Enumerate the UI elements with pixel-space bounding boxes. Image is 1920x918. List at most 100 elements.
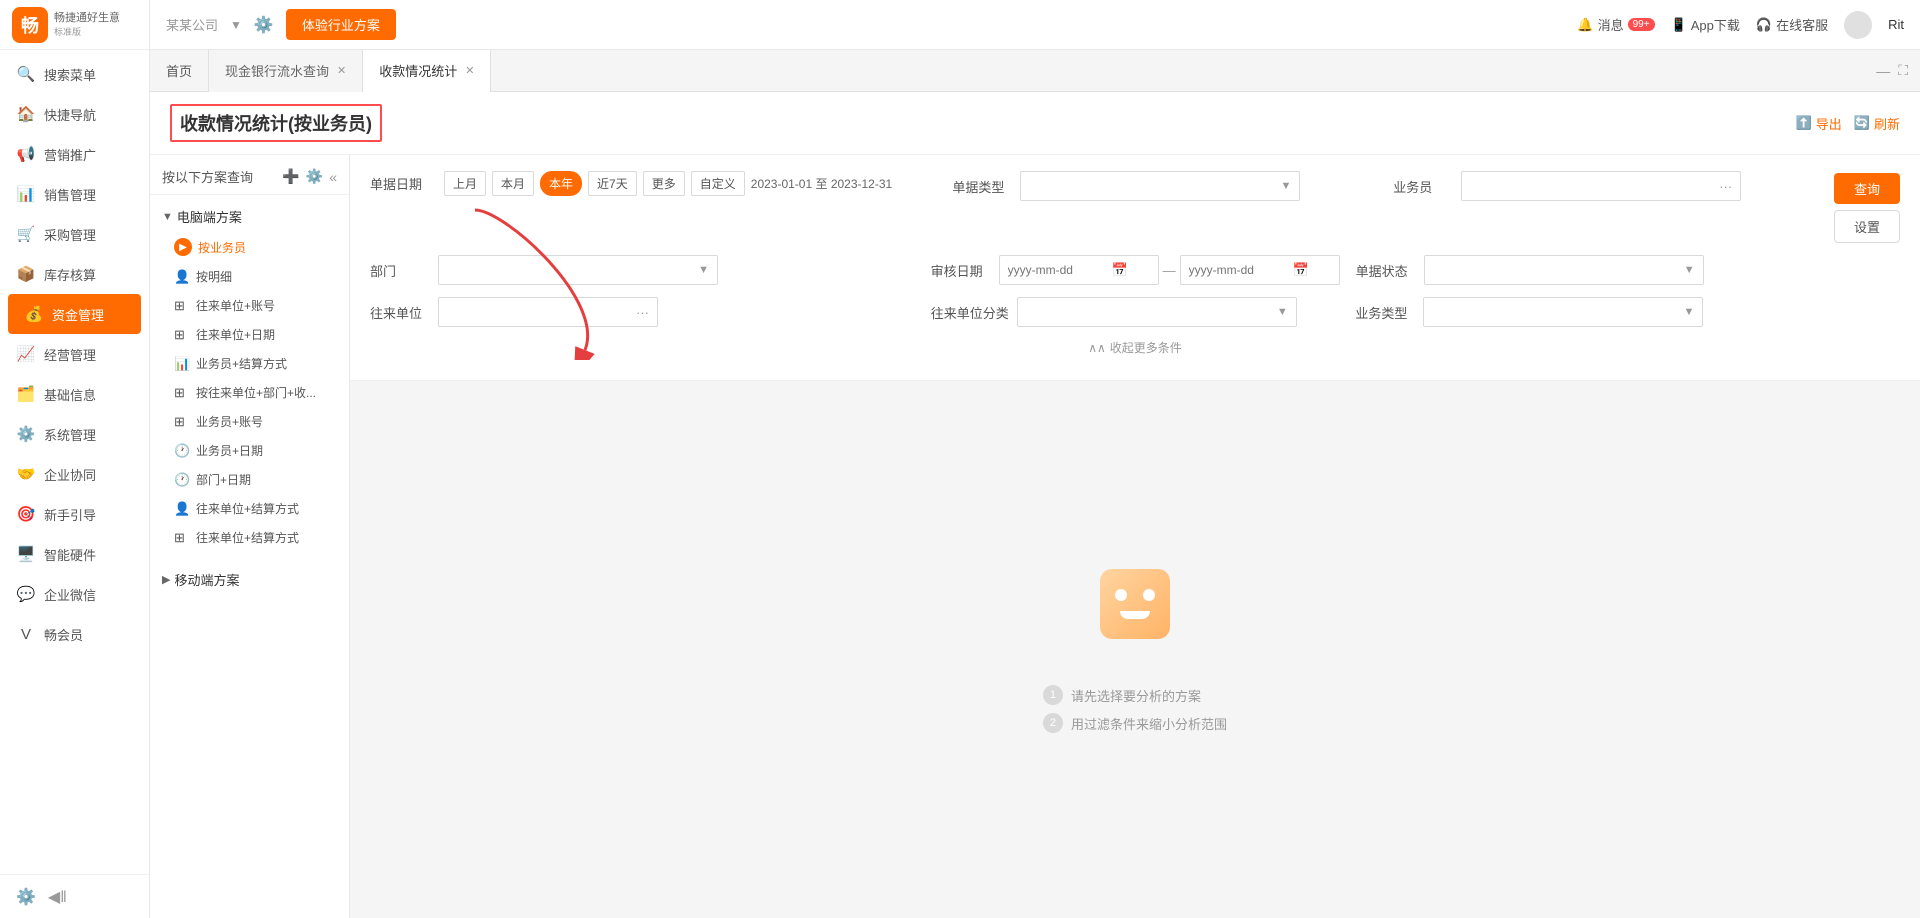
salesperson-select[interactable]: ··· xyxy=(1461,171,1741,201)
finance-icon: 💰 xyxy=(24,304,44,324)
business-type-select[interactable]: ▼ xyxy=(1423,297,1703,327)
sidebar-item-enterprise[interactable]: 🤝 企业协同 xyxy=(0,454,149,494)
panel-item-by-salesperson[interactable]: ▶ 按业务员 xyxy=(150,232,349,262)
calendar-end-icon: 📅 xyxy=(1293,262,1309,278)
settings-button[interactable]: 设置 xyxy=(1834,210,1900,243)
sidebar-item-basic[interactable]: 🗂️ 基础信息 xyxy=(0,374,149,414)
partner-category-select[interactable]: ▼ xyxy=(1017,297,1297,327)
partner-dots[interactable]: ··· xyxy=(636,305,649,320)
panel-mobile-header[interactable]: ▶ 移动端方案 xyxy=(150,564,349,595)
notification-item[interactable]: 🔔 消息 99+ xyxy=(1577,15,1654,34)
settings-bottom-icon[interactable]: ⚙️ xyxy=(16,887,36,907)
person1-icon: 👤 xyxy=(174,501,190,517)
header-gear-icon[interactable]: ⚙️ xyxy=(254,15,274,35)
sidebar-item-basic-label: 基础信息 xyxy=(44,385,96,404)
panel-desktop-header[interactable]: ▼ 电脑端方案 xyxy=(150,201,349,232)
review-date-start-field[interactable] xyxy=(1008,263,1108,277)
dept-date-label: 部门+日期 xyxy=(196,471,251,488)
panel-item-unit-dept-recv[interactable]: ⊞ 按往来单位+部门+收... xyxy=(150,378,349,407)
action-buttons: 查询 设置 xyxy=(1834,171,1900,243)
partner-select[interactable]: ··· xyxy=(438,297,658,327)
export-button[interactable]: ⬆️ 导出 xyxy=(1796,114,1842,133)
sidebar-item-wechat[interactable]: 💬 企业微信 xyxy=(0,574,149,614)
active-indicator: ▶ xyxy=(174,238,192,256)
top-header: 某某公司 ▼ ⚙️ 体验行业方案 🔔 消息 99+ 📱 App下载 🎧 在线客服… xyxy=(150,0,1920,50)
online-service-item[interactable]: 🎧 在线客服 xyxy=(1756,15,1828,34)
date-btn-last-month[interactable]: 上月 xyxy=(444,171,486,196)
review-date-end-input[interactable]: 📅 xyxy=(1180,255,1340,285)
business-type-arrow: ▼ xyxy=(1684,306,1695,318)
review-date-start-input[interactable]: 📅 xyxy=(999,255,1159,285)
tab-minimize-icon[interactable]: — xyxy=(1876,63,1890,79)
step-1-label: 请先选择要分析的方案 xyxy=(1071,686,1201,705)
panel-item-unit-settle2[interactable]: ⊞ 往来单位+结算方式 xyxy=(150,523,349,552)
notification-label: 消息 xyxy=(1598,15,1624,34)
company-breadcrumb: 某某公司 xyxy=(166,15,218,34)
user-name: Rit xyxy=(1888,17,1904,32)
panel-item-dept-date[interactable]: 🕐 部门+日期 xyxy=(150,465,349,494)
panel-item-salesperson-account[interactable]: ⊞ 业务员+账号 xyxy=(150,407,349,436)
sidebar-item-purchase[interactable]: 🛒 采购管理 xyxy=(0,214,149,254)
sidebar-item-member[interactable]: V 畅会员 xyxy=(0,614,149,654)
tab-maximize-icon[interactable]: ⛶ xyxy=(1898,62,1908,79)
query-button[interactable]: 查询 xyxy=(1834,173,1900,204)
operations-icon: 📈 xyxy=(16,344,36,364)
desktop-label: 电脑端方案 xyxy=(177,207,242,226)
date-btn-7days[interactable]: 近7天 xyxy=(588,171,637,196)
app-download-item[interactable]: 📱 App下载 xyxy=(1671,15,1740,34)
basic-icon: 🗂️ xyxy=(16,384,36,404)
panel-item-unit-account[interactable]: ⊞ 往来单位+账号 xyxy=(150,291,349,320)
robot-mouth xyxy=(1120,611,1150,619)
refresh-button[interactable]: 🔄 刷新 xyxy=(1854,114,1900,133)
panel-item-by-detail[interactable]: 👤 按明细 xyxy=(150,262,349,291)
left-panel: 按以下方案查询 ➕ ⚙️ « ▼ 电脑端方案 ▶ 按业务员 xyxy=(150,155,350,918)
sidebar-item-sales[interactable]: 📊 销售管理 xyxy=(0,174,149,214)
mobile-arrow-icon: ▶ xyxy=(162,573,170,586)
voucher-type-select[interactable]: ▼ xyxy=(1020,171,1300,201)
tab-bank[interactable]: 现金银行流水查询 ✕ xyxy=(209,50,363,92)
sidebar-item-hardware[interactable]: 🖥️ 智能硬件 xyxy=(0,534,149,574)
panel-settings-icon[interactable]: ⚙️ xyxy=(306,168,323,185)
sidebar-item-search[interactable]: 🔍 搜索菜单 xyxy=(0,54,149,94)
sidebar-item-inventory[interactable]: 📦 库存核算 xyxy=(0,254,149,294)
date-btn-custom[interactable]: 自定义 xyxy=(691,171,745,196)
panel-add-icon[interactable]: ➕ xyxy=(282,168,299,185)
date-btn-this-month[interactable]: 本月 xyxy=(492,171,534,196)
panel-collapse-icon[interactable]: « xyxy=(329,169,337,185)
tab-bank-close[interactable]: ✕ xyxy=(337,64,346,77)
date-btn-this-year[interactable]: 本年 xyxy=(540,171,582,196)
tab-receipt[interactable]: 收款情况统计 ✕ xyxy=(363,50,491,92)
user-avatar[interactable] xyxy=(1844,11,1872,39)
collapse-filter-button[interactable]: ∧∧ 收起更多条件 xyxy=(370,331,1900,364)
system-icon: ⚙️ xyxy=(16,424,36,444)
panel-item-salesperson-date[interactable]: 🕐 业务员+日期 xyxy=(150,436,349,465)
panel-item-salesperson-settle[interactable]: 📊 业务员+结算方式 xyxy=(150,349,349,378)
panel-item-unit-settle1[interactable]: 👤 往来单位+结算方式 xyxy=(150,494,349,523)
tab-home[interactable]: 首页 xyxy=(150,50,209,92)
sidebar-item-finance[interactable]: 💰 资金管理 xyxy=(8,294,141,334)
unit-account-label: 往来单位+账号 xyxy=(196,297,275,314)
panel-item-unit-date[interactable]: ⊞ 往来单位+日期 xyxy=(150,320,349,349)
review-date-end-field[interactable] xyxy=(1189,263,1289,277)
header-right: 🔔 消息 99+ 📱 App下载 🎧 在线客服 Rit xyxy=(1577,11,1904,39)
by-detail-label: 按明细 xyxy=(196,268,232,285)
collapse-sidebar-icon[interactable]: ◀‖ xyxy=(48,887,67,907)
sidebar-item-marketing[interactable]: 📢 营销推广 xyxy=(0,134,149,174)
step-1: 1 请先选择要分析的方案 xyxy=(1043,685,1227,705)
tab-receipt-close[interactable]: ✕ xyxy=(465,64,474,77)
sidebar-item-quicknav[interactable]: 🏠 快捷导航 xyxy=(0,94,149,134)
unit-date-label: 往来单位+日期 xyxy=(196,326,275,343)
guide-icon: 🎯 xyxy=(16,504,36,524)
voucher-status-select[interactable]: ▼ xyxy=(1424,255,1704,285)
dept-select[interactable]: ▼ xyxy=(438,255,718,285)
sidebar-item-guide[interactable]: 🎯 新手引导 xyxy=(0,494,149,534)
sidebar-item-system[interactable]: ⚙️ 系统管理 xyxy=(0,414,149,454)
salesperson-account-label: 业务员+账号 xyxy=(196,413,263,430)
date-btn-more[interactable]: 更多 xyxy=(643,171,685,196)
filter-area: 单据日期 上月 本月 本年 近7天 更多 自定义 2023-01-01 至 20… xyxy=(350,155,1920,381)
sidebar-item-operations[interactable]: 📈 经营管理 xyxy=(0,334,149,374)
trial-button[interactable]: 体验行业方案 xyxy=(286,9,396,40)
body-layout: 按以下方案查询 ➕ ⚙️ « ▼ 电脑端方案 ▶ 按业务员 xyxy=(150,155,1920,918)
company-dropdown-icon[interactable]: ▼ xyxy=(230,18,242,32)
salesperson-dots[interactable]: ··· xyxy=(1719,179,1732,194)
